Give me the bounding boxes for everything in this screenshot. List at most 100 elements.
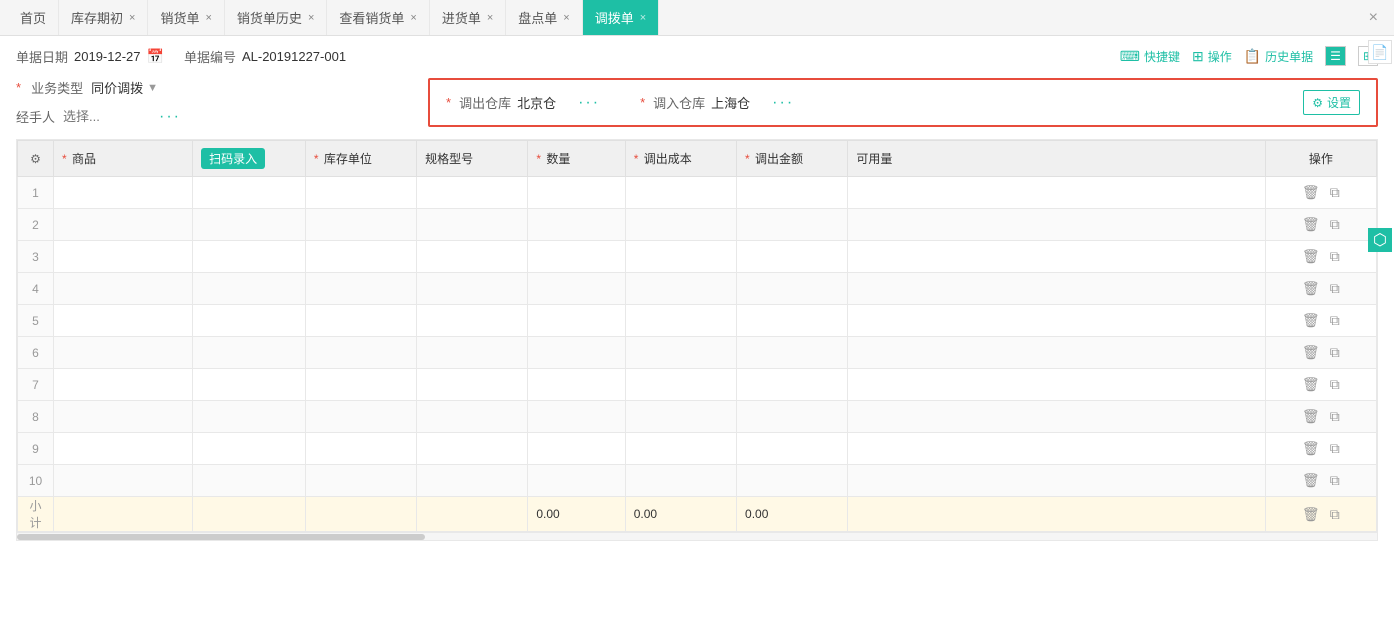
- copy-btn-11[interactable]: ⧉: [1328, 504, 1342, 525]
- right-panel-external-btn[interactable]: ⬡: [1368, 228, 1392, 252]
- tab-transfer-order[interactable]: 调拨单 ×: [583, 0, 659, 35]
- cell-quantity-1[interactable]: [528, 177, 625, 209]
- cell-spec-1[interactable]: [417, 177, 528, 209]
- cell-product-2[interactable]: [54, 209, 193, 241]
- cell-unit-9[interactable]: [305, 433, 416, 465]
- copy-btn-4[interactable]: ⧉: [1328, 278, 1342, 299]
- cell-unit-2[interactable]: [305, 209, 416, 241]
- cell-cost-8[interactable]: [625, 401, 736, 433]
- cell-product-7[interactable]: [54, 369, 193, 401]
- cell-quantity-10[interactable]: [528, 465, 625, 497]
- tab-inventory-init[interactable]: 库存期初 ×: [59, 0, 148, 35]
- cell-cost-2[interactable]: [625, 209, 736, 241]
- cell-quantity-5[interactable]: [528, 305, 625, 337]
- cell-product-6[interactable]: [54, 337, 193, 369]
- copy-btn-6[interactable]: ⧉: [1328, 342, 1342, 363]
- cell-spec-3[interactable]: [417, 241, 528, 273]
- delete-btn-2[interactable]: 🗑: [1300, 214, 1322, 235]
- cell-unit-7[interactable]: [305, 369, 416, 401]
- copy-btn-8[interactable]: ⧉: [1328, 406, 1342, 427]
- operator-more-btn[interactable]: ···: [159, 108, 181, 126]
- cell-cost-1[interactable]: [625, 177, 736, 209]
- cell-amount-8[interactable]: [737, 401, 848, 433]
- operations-btn[interactable]: ⊞ 操作: [1192, 48, 1232, 65]
- operator-input[interactable]: [63, 109, 143, 124]
- cell-unit-1[interactable]: [305, 177, 416, 209]
- tab-close-inventory-init[interactable]: ×: [129, 12, 135, 24]
- scan-btn[interactable]: 扫码录入: [201, 148, 265, 169]
- tab-close-sales-order[interactable]: ×: [205, 12, 211, 24]
- cell-amount-3[interactable]: [737, 241, 848, 273]
- delete-btn-10[interactable]: 🗑: [1300, 470, 1322, 491]
- cell-amount-11[interactable]: 0.00: [737, 497, 848, 532]
- tab-view-sales[interactable]: 查看销货单 ×: [327, 0, 429, 35]
- tab-sales-order[interactable]: 销货单 ×: [148, 0, 224, 35]
- cell-spec-11[interactable]: [417, 497, 528, 532]
- cell-quantity-11[interactable]: 0.00: [528, 497, 625, 532]
- shortcuts-btn[interactable]: ⌨ 快捷键: [1120, 48, 1180, 65]
- history-btn[interactable]: 📋 历史单据: [1244, 48, 1313, 65]
- tab-inventory-check[interactable]: 盘点单 ×: [506, 0, 582, 35]
- tab-bar-close-btn[interactable]: ×: [1361, 5, 1386, 31]
- cell-product-4[interactable]: [54, 273, 193, 305]
- cell-amount-10[interactable]: [737, 465, 848, 497]
- delete-btn-5[interactable]: 🗑: [1300, 310, 1322, 331]
- cell-unit-10[interactable]: [305, 465, 416, 497]
- copy-btn-9[interactable]: ⧉: [1328, 438, 1342, 459]
- tab-close-inventory-check[interactable]: ×: [563, 12, 569, 24]
- tab-home[interactable]: 首页: [8, 0, 59, 35]
- tab-purchase-order[interactable]: 进货单 ×: [430, 0, 506, 35]
- cell-product-9[interactable]: [54, 433, 193, 465]
- cell-quantity-6[interactable]: [528, 337, 625, 369]
- cell-cost-11[interactable]: 0.00: [625, 497, 736, 532]
- tab-sales-history[interactable]: 销货单历史 ×: [225, 0, 327, 35]
- warehouse-in-more-btn[interactable]: ···: [772, 94, 794, 112]
- delete-btn-8[interactable]: 🗑: [1300, 406, 1322, 427]
- delete-btn-11[interactable]: 🗑: [1300, 504, 1322, 525]
- cell-product-8[interactable]: [54, 401, 193, 433]
- cell-cost-3[interactable]: [625, 241, 736, 273]
- warehouse-out-more-btn[interactable]: ···: [578, 94, 600, 112]
- cell-product-1[interactable]: [54, 177, 193, 209]
- cell-cost-6[interactable]: [625, 337, 736, 369]
- delete-btn-9[interactable]: 🗑: [1300, 438, 1322, 459]
- right-panel-doc-btn[interactable]: 📄: [1368, 40, 1392, 64]
- delete-btn-1[interactable]: 🗑: [1300, 182, 1322, 203]
- cell-spec-8[interactable]: [417, 401, 528, 433]
- copy-btn-3[interactable]: ⧉: [1328, 246, 1342, 267]
- cell-unit-11[interactable]: [305, 497, 416, 532]
- calendar-icon[interactable]: 📅: [147, 48, 164, 65]
- cell-amount-7[interactable]: [737, 369, 848, 401]
- cell-quantity-4[interactable]: [528, 273, 625, 305]
- cell-cost-7[interactable]: [625, 369, 736, 401]
- cell-quantity-8[interactable]: [528, 401, 625, 433]
- copy-btn-5[interactable]: ⧉: [1328, 310, 1342, 331]
- cell-cost-5[interactable]: [625, 305, 736, 337]
- cell-cost-10[interactable]: [625, 465, 736, 497]
- copy-btn-7[interactable]: ⧉: [1328, 374, 1342, 395]
- cell-amount-9[interactable]: [737, 433, 848, 465]
- delete-btn-6[interactable]: 🗑: [1300, 342, 1322, 363]
- cell-spec-10[interactable]: [417, 465, 528, 497]
- settings-btn[interactable]: ⚙ 设置: [1303, 90, 1360, 115]
- cell-quantity-9[interactable]: [528, 433, 625, 465]
- cell-spec-2[interactable]: [417, 209, 528, 241]
- cell-product-5[interactable]: [54, 305, 193, 337]
- delete-btn-7[interactable]: 🗑: [1300, 374, 1322, 395]
- cell-cost-4[interactable]: [625, 273, 736, 305]
- cell-unit-3[interactable]: [305, 241, 416, 273]
- cell-spec-7[interactable]: [417, 369, 528, 401]
- cell-spec-6[interactable]: [417, 337, 528, 369]
- cell-quantity-7[interactable]: [528, 369, 625, 401]
- tab-close-view-sales[interactable]: ×: [410, 12, 416, 24]
- list-view-btn[interactable]: ☰: [1325, 46, 1346, 66]
- cell-product-3[interactable]: [54, 241, 193, 273]
- copy-btn-2[interactable]: ⧉: [1328, 214, 1342, 235]
- cell-quantity-2[interactable]: [528, 209, 625, 241]
- cell-spec-5[interactable]: [417, 305, 528, 337]
- cell-unit-5[interactable]: [305, 305, 416, 337]
- cell-spec-4[interactable]: [417, 273, 528, 305]
- cell-quantity-3[interactable]: [528, 241, 625, 273]
- cell-amount-6[interactable]: [737, 337, 848, 369]
- cell-amount-2[interactable]: [737, 209, 848, 241]
